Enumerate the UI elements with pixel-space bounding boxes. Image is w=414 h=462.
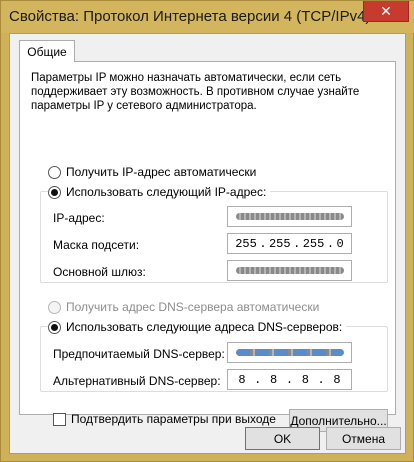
- dns-alternate-octet-2: 8: [270, 372, 278, 387]
- ip-auto-label: Получить IP-адрес автоматически: [66, 165, 257, 179]
- ip-address-field[interactable]: [227, 206, 352, 227]
- dns-auto-option: Получить адрес DNS-сервера автоматически: [48, 300, 319, 314]
- description-text: Параметры IP можно назначать автоматичес…: [31, 72, 360, 112]
- subnet-octet-2: 255: [268, 236, 291, 251]
- ip-auto-option[interactable]: Получить IP-адрес автоматически: [48, 165, 256, 179]
- ip-auto-radio[interactable]: [48, 165, 61, 179]
- title-bar[interactable]: Свойства: Протокол Интернета версии 4 (T…: [1, 1, 414, 33]
- dns-manual-radio[interactable]: [48, 320, 61, 334]
- dns-auto-label: Получить адрес DNS-сервера автоматически: [66, 300, 320, 314]
- ip-manual-radio[interactable]: [48, 185, 61, 199]
- window-title: Свойства: Протокол Интернета версии 4 (T…: [9, 8, 371, 25]
- subnet-label: Маска подсети:: [53, 238, 140, 252]
- ok-button[interactable]: OK: [245, 427, 320, 450]
- advanced-button-label: Дополнительно...: [290, 413, 387, 428]
- dns-manual-label: Использовать следующие адреса DNS-сервер…: [66, 320, 343, 334]
- dns-alternate-field[interactable]: 8. 8. 8. 8: [227, 369, 352, 390]
- subnet-octet-3: 255: [302, 236, 325, 251]
- general-tab-page: Параметры IP можно назначать автоматичес…: [19, 61, 396, 432]
- dns-alternate-label: Альтернативный DNS-сервер:: [53, 374, 221, 388]
- tab-general-label: Общие: [27, 44, 67, 59]
- dns-alternate-octet-1: 8: [238, 372, 246, 387]
- redacted-value: [235, 267, 344, 274]
- ip-manual-option[interactable]: Использовать следующий IP-адрес:: [48, 185, 271, 199]
- redacted-value: [235, 213, 344, 220]
- cancel-button[interactable]: Отмена: [326, 427, 401, 450]
- validate-checkbox[interactable]: [53, 412, 66, 426]
- subnet-octet-1: 255: [235, 236, 257, 251]
- dialog-body: Общие Параметры IP можно назначать автом…: [9, 33, 406, 454]
- redacted-value: [235, 349, 344, 356]
- ip-address-label: IP-адрес:: [53, 211, 105, 225]
- gateway-field[interactable]: [227, 260, 352, 281]
- dns-alternate-octet-3: 8: [301, 372, 309, 387]
- tab-general[interactable]: Общие: [19, 40, 75, 62]
- gateway-label: Основной шлюз:: [53, 265, 146, 279]
- dns-manual-option[interactable]: Использовать следующие адреса DNS-сервер…: [48, 320, 347, 334]
- dns-auto-radio: [48, 300, 61, 314]
- ip-manual-label: Использовать следующий IP-адрес:: [66, 185, 267, 199]
- subnet-octet-4: 0: [336, 236, 344, 251]
- validate-option[interactable]: Подтвердить параметры при выходе: [53, 412, 276, 426]
- subnet-field[interactable]: 255. 255. 255. 0: [227, 233, 352, 254]
- close-icon: ✕: [380, 2, 392, 19]
- properties-dialog: Свойства: Протокол Интернета версии 4 (T…: [0, 0, 414, 462]
- dns-preferred-field[interactable]: [227, 342, 352, 363]
- ok-button-label: OK: [273, 431, 292, 446]
- close-button[interactable]: ✕: [363, 1, 409, 22]
- dns-alternate-octet-4: 8: [333, 372, 341, 387]
- cancel-button-label: Отмена: [341, 431, 386, 446]
- dns-preferred-label: Предпочитаемый DNS-сервер:: [53, 347, 225, 361]
- validate-label: Подтвердить параметры при выходе: [71, 412, 276, 426]
